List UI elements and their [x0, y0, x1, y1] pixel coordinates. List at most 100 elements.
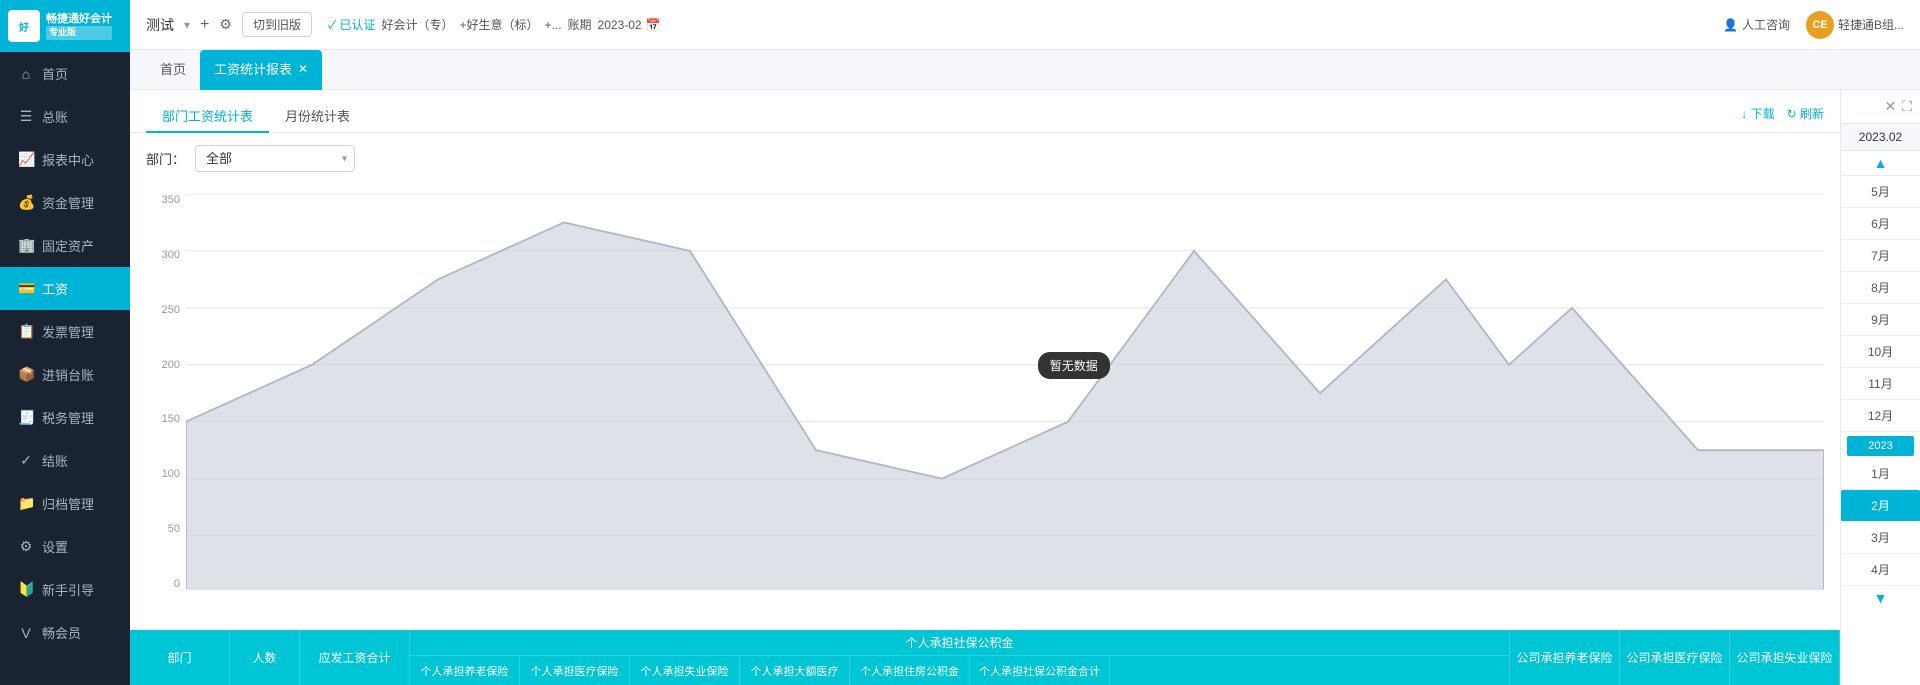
month-11[interactable]: 11月 [1841, 368, 1920, 400]
sidebar-item-reports[interactable]: 📈 报表中心 [0, 138, 130, 181]
topbar-right: 👤 人工咨询 CE 轻捷通B组... [1723, 11, 1904, 39]
y-label-0: 0 [174, 578, 180, 590]
archive-icon: 📁 [18, 495, 34, 512]
user-avatar: CE [1806, 11, 1834, 39]
chart-area-fill [186, 222, 1824, 590]
nav-down-icon[interactable]: ▼ [1874, 590, 1888, 606]
tag-sales: +好生意（标） [460, 16, 539, 33]
month-1[interactable]: 1月 [1841, 458, 1920, 490]
month-5[interactable]: 5月 [1841, 176, 1920, 208]
period-label: 账期 [568, 16, 592, 33]
tab-home-label: 首页 [160, 59, 186, 78]
nav-down: ▼ [1841, 586, 1920, 610]
member-icon: V [18, 625, 34, 641]
month-12[interactable]: 12月 [1841, 400, 1920, 432]
sidebar-item-fixed-assets[interactable]: 🏢 固定资产 [0, 224, 130, 267]
filter-bar: 部门： 全部 部门A 部门B ▾ [130, 133, 1840, 184]
sidebar-item-funds[interactable]: 💰 资金管理 [0, 181, 130, 224]
download-button[interactable]: ↓ 下载 [1741, 105, 1774, 122]
col-company-medical: 公司承担医疗保险 [1620, 630, 1730, 685]
department-select-wrap: 全部 部门A 部门B ▾ [195, 145, 355, 172]
service-icon: 👤 [1723, 18, 1738, 32]
right-panel-close-bar: ✕ ⛶ [1841, 90, 1920, 124]
group-header: 个人承担社保公积金 [410, 630, 1509, 656]
ledger-icon: ☰ [18, 108, 34, 125]
close-icon[interactable]: ✕ [1884, 98, 1896, 115]
guide-icon: 🔰 [18, 581, 34, 598]
sidebar-item-settings[interactable]: ⚙ 设置 [0, 525, 130, 568]
salary-icon: 💳 [18, 280, 34, 297]
topbar: 测试 ▾ + ⚙ 切到旧版 ✓ 已认证 好会计（专） +好生意（标） +... … [130, 0, 1920, 50]
content-area: 部门工资统计表 月份统计表 ↓ 下载 ↻ 刷新 部门： 全部 部门A 部门B [130, 90, 1920, 685]
sidebar-item-label: 资金管理 [42, 193, 94, 212]
sub-tab-dept[interactable]: 部门工资统计表 [146, 100, 269, 133]
user-info[interactable]: CE 轻捷通B组... [1806, 11, 1904, 39]
period-value: 2023-02 📅 [598, 18, 661, 32]
chevron-down-icon[interactable]: ▾ [184, 18, 190, 32]
month-3[interactable]: 3月 [1841, 522, 1920, 554]
sidebar-item-invoice[interactable]: 📋 发票管理 [0, 310, 130, 353]
col-dept: 部门 [130, 630, 230, 685]
switch-version-button[interactable]: 切到旧版 [242, 12, 312, 37]
month-8[interactable]: 8月 [1841, 272, 1920, 304]
col-personal-pension: 个人承担养老保险 [410, 656, 520, 685]
nav-up-icon[interactable]: ▲ [1874, 155, 1888, 171]
sidebar-item-member[interactable]: V 畅会员 [0, 611, 130, 654]
tax-icon: 🧾 [18, 409, 34, 426]
y-label-150: 150 [162, 413, 180, 425]
nav-up: ▲ [1841, 151, 1920, 176]
filter-label: 部门： [146, 149, 185, 168]
sidebar-item-label: 设置 [42, 537, 68, 556]
sidebar-item-salary[interactable]: 💳 工资 [0, 267, 130, 310]
sidebar-logo: 好 畅捷通好会计 专业版 [0, 0, 130, 52]
logo-text: 畅捷通好会计 专业版 [46, 12, 112, 40]
col-personal-medical: 个人承担医疗保险 [520, 656, 630, 685]
tab-salary-label: 工资统计报表 [214, 59, 292, 78]
col-personal-unemployment: 个人承担失业保险 [630, 656, 740, 685]
col-personal-housing: 个人承担住房公积金 [850, 656, 970, 685]
col-personal-bigmedical: 个人承担大额医疗 [740, 656, 850, 685]
topbar-tags: ✓ 已认证 好会计（专） +好生意（标） +... 账期 2023-02 📅 [328, 16, 661, 33]
month-9[interactable]: 9月 [1841, 304, 1920, 336]
month-10[interactable]: 10月 [1841, 336, 1920, 368]
month-2-active[interactable]: 2月 [1841, 490, 1920, 522]
sidebar-item-label: 结账 [42, 451, 68, 470]
x-axis [186, 589, 1824, 590]
sidebar-item-guide[interactable]: 🔰 新手引导 [0, 568, 130, 611]
sidebar-item-checkout[interactable]: ✓ 结账 [0, 439, 130, 482]
tab-close-icon[interactable]: ✕ [298, 62, 308, 76]
month-4[interactable]: 4月 [1841, 554, 1920, 586]
tag-accounting: 好会计（专） [381, 16, 453, 33]
settings-button[interactable]: ⚙ [219, 16, 232, 33]
sidebar-item-label: 总账 [42, 107, 68, 126]
sidebar-item-label: 畅会员 [42, 623, 81, 642]
sidebar-item-sales[interactable]: 📦 进销台账 [0, 353, 130, 396]
department-select[interactable]: 全部 部门A 部门B [195, 145, 355, 172]
checkout-icon: ✓ [18, 452, 34, 469]
add-button[interactable]: + [200, 16, 209, 34]
y-label-350: 350 [162, 194, 180, 206]
sidebar-item-archive[interactable]: 📁 归档管理 [0, 482, 130, 525]
sub-tab-monthly[interactable]: 月份统计表 [269, 100, 366, 133]
tab-salary-report[interactable]: 工资统计报表 ✕ [200, 50, 322, 90]
y-label-250: 250 [162, 304, 180, 316]
chart-area: 350 300 250 200 150 100 50 0 [130, 184, 1840, 630]
sidebar-item-tax[interactable]: 🧾 税务管理 [0, 396, 130, 439]
tabbar: 首页 工资统计报表 ✕ [130, 50, 1920, 90]
human-service-button[interactable]: 👤 人工咨询 [1723, 16, 1790, 33]
certified-tag: ✓ 已认证 [328, 16, 376, 33]
expand-icon[interactable]: ⛶ [1902, 98, 1912, 115]
sidebar-item-label: 发票管理 [42, 322, 94, 341]
sidebar-item-label: 新手引导 [42, 580, 94, 599]
sidebar-item-label: 首页 [42, 64, 68, 83]
sidebar-item-general-ledger[interactable]: ☰ 总账 [0, 95, 130, 138]
tab-home[interactable]: 首页 [146, 50, 200, 90]
month-6[interactable]: 6月 [1841, 208, 1920, 240]
refresh-button[interactable]: ↻ 刷新 [1787, 105, 1824, 122]
topbar-title: 测试 [146, 15, 174, 35]
period-text: 2023-02 [598, 18, 642, 32]
sidebar-item-home[interactable]: ⌂ 首页 [0, 52, 130, 95]
user-name: 轻捷通B组... [1838, 16, 1904, 33]
month-7[interactable]: 7月 [1841, 240, 1920, 272]
calendar-icon[interactable]: 📅 [646, 18, 661, 32]
